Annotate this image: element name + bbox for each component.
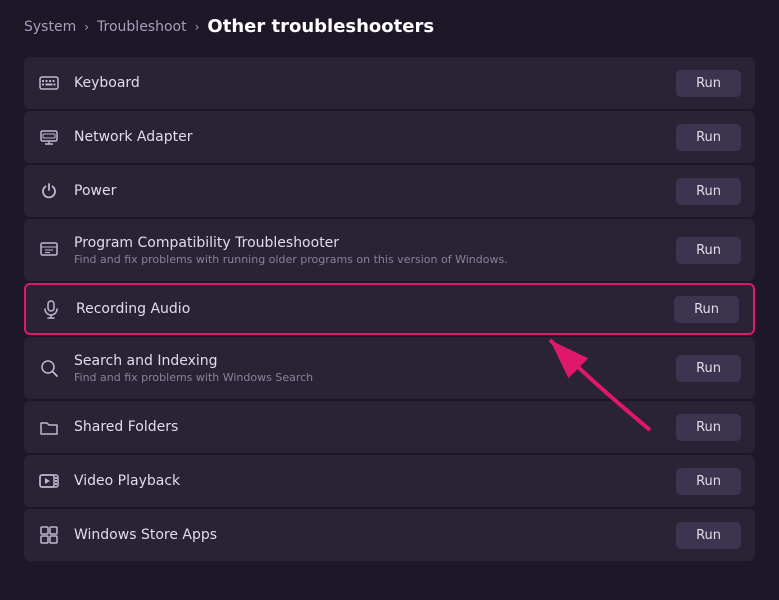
item-subtitle-search-indexing: Find and fix problems with Windows Searc… (74, 371, 313, 384)
search-icon (38, 357, 60, 379)
list-item-program-compat: Program Compatibility Troubleshooter Find… (24, 219, 755, 281)
item-left-power: Power (38, 180, 116, 202)
item-title-keyboard: Keyboard (74, 75, 140, 91)
item-title-shared-folders: Shared Folders (74, 419, 178, 435)
item-subtitle-program-compat: Find and fix problems with running older… (74, 253, 508, 266)
breadcrumb-system[interactable]: System (24, 19, 76, 35)
item-left-program-compat: Program Compatibility Troubleshooter Find… (38, 235, 508, 266)
item-title-windows-store: Windows Store Apps (74, 527, 217, 543)
item-left-search-indexing: Search and Indexing Find and fix problems… (38, 353, 313, 384)
run-button-video-playback[interactable]: Run (676, 468, 741, 495)
list-item-power: Power Run (24, 165, 755, 217)
item-left-keyboard: Keyboard (38, 72, 140, 94)
compat-icon (38, 239, 60, 261)
separator-2: › (195, 20, 200, 34)
item-title-network-adapter: Network Adapter (74, 129, 192, 145)
list-item-network-adapter: Network Adapter Run (24, 111, 755, 163)
breadcrumb-current: Other troubleshooters (207, 16, 434, 37)
item-left-video-playback: Video Playback (38, 470, 180, 492)
folder-icon (38, 416, 60, 438)
list-item-video-playback: Video Playback Run (24, 455, 755, 507)
list-item-shared-folders: Shared Folders Run (24, 401, 755, 453)
list-item-windows-store: Windows Store Apps Run (24, 509, 755, 561)
item-left-shared-folders: Shared Folders (38, 416, 178, 438)
run-button-windows-store[interactable]: Run (676, 522, 741, 549)
run-button-program-compat[interactable]: Run (676, 237, 741, 264)
run-button-shared-folders[interactable]: Run (676, 414, 741, 441)
breadcrumb: System › Troubleshoot › Other troublesho… (24, 16, 755, 37)
item-title-recording-audio: Recording Audio (76, 301, 190, 317)
item-title-video-playback: Video Playback (74, 473, 180, 489)
mic-icon (40, 298, 62, 320)
keyboard-icon (38, 72, 60, 94)
item-left-windows-store: Windows Store Apps (38, 524, 217, 546)
run-button-search-indexing[interactable]: Run (676, 355, 741, 382)
item-left-network-adapter: Network Adapter (38, 126, 192, 148)
network-icon (38, 126, 60, 148)
list-item-keyboard: Keyboard Run (24, 57, 755, 109)
main-container: System › Troubleshoot › Other troublesho… (0, 0, 779, 600)
run-button-keyboard[interactable]: Run (676, 70, 741, 97)
run-button-network-adapter[interactable]: Run (676, 124, 741, 151)
store-icon (38, 524, 60, 546)
video-icon (38, 470, 60, 492)
item-title-search-indexing: Search and Indexing (74, 353, 313, 369)
list-item-recording-audio: Recording Audio Run (24, 283, 755, 335)
item-title-power: Power (74, 183, 116, 199)
breadcrumb-troubleshoot[interactable]: Troubleshoot (97, 19, 187, 35)
item-left-recording-audio: Recording Audio (40, 298, 190, 320)
run-button-power[interactable]: Run (676, 178, 741, 205)
item-title-program-compat: Program Compatibility Troubleshooter (74, 235, 508, 251)
run-button-recording-audio[interactable]: Run (674, 296, 739, 323)
list-item-search-indexing: Search and Indexing Find and fix problems… (24, 337, 755, 399)
power-icon (38, 180, 60, 202)
troubleshooter-list: Keyboard Run Network Adapter Run Power Run Pro… (24, 57, 755, 561)
separator-1: › (84, 20, 89, 34)
